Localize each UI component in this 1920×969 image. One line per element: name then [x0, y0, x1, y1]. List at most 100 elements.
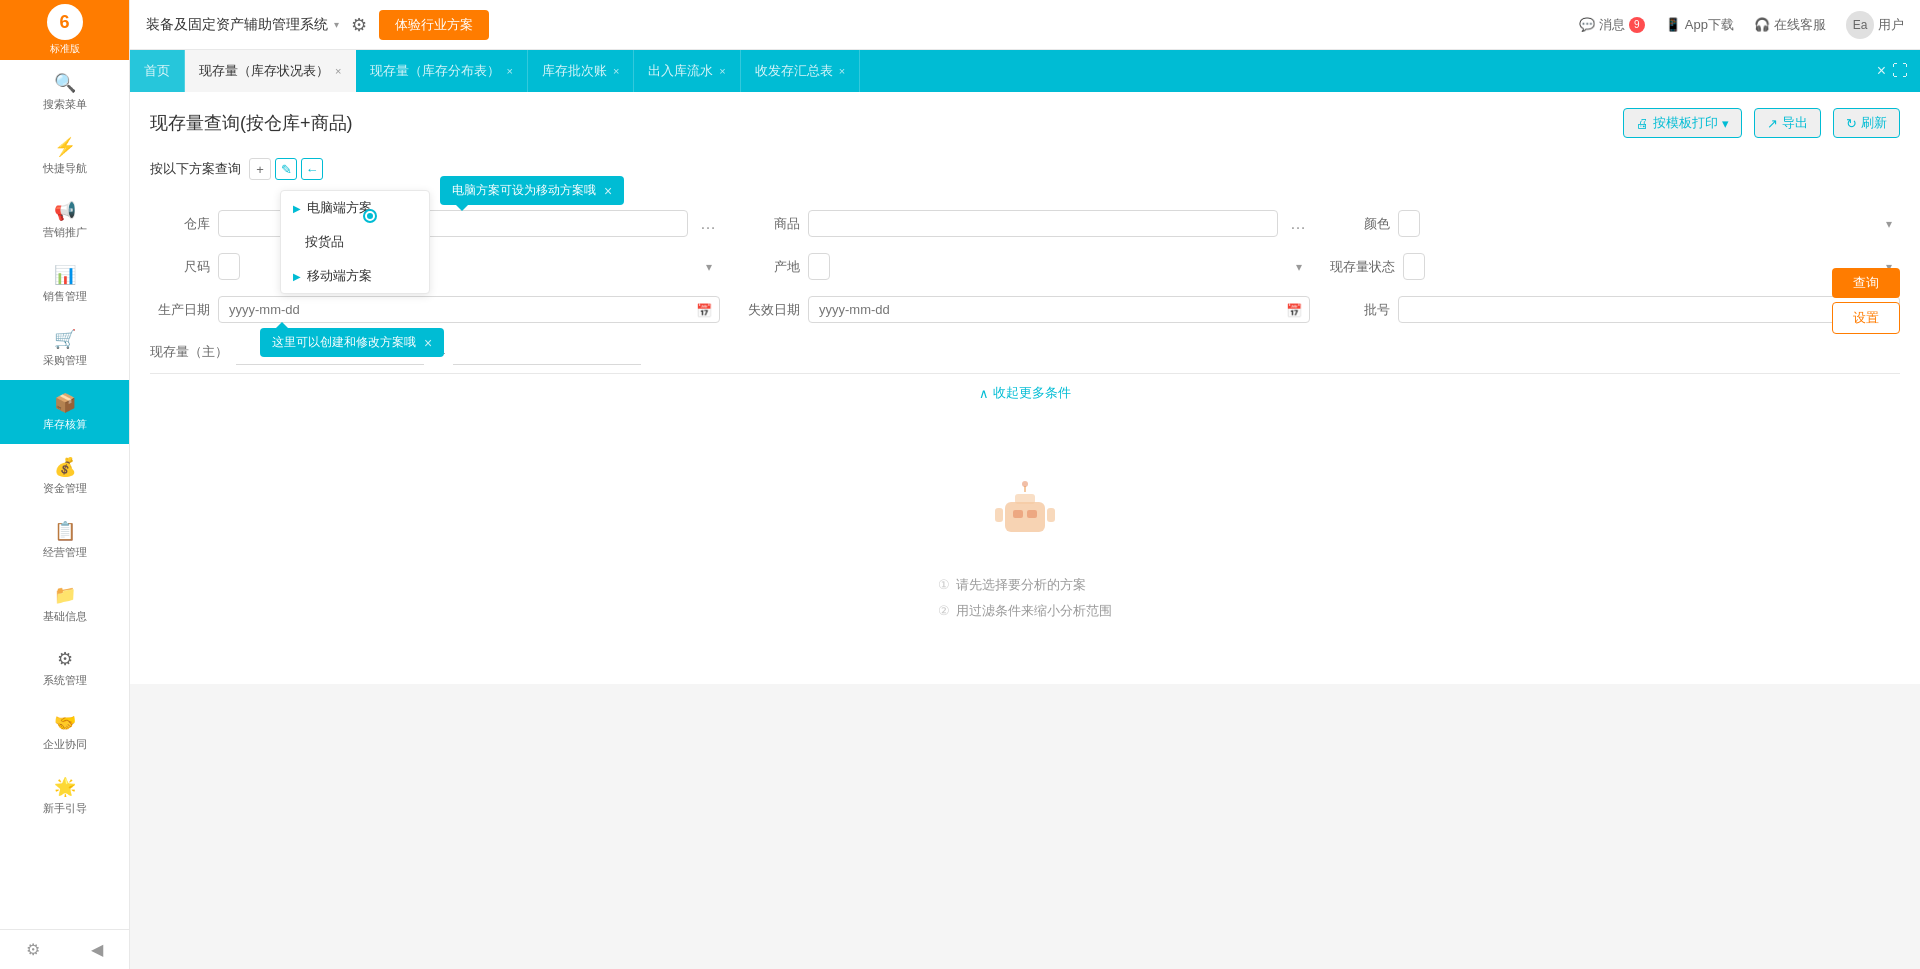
mfg-date-input[interactable] — [218, 296, 720, 323]
sidebar-label-sales: 销售管理 — [43, 289, 87, 304]
logo-text: 标准版 — [50, 42, 80, 56]
page-header: 现存量查询(按仓库+商品) 🖨 按模板打印 ▾ ↗ 导出 ↻ — [130, 92, 1920, 148]
scheme-item-pc-sub[interactable]: 按货品 — [281, 225, 429, 259]
base-icon: 📁 — [54, 584, 76, 606]
export-button[interactable]: ↗ 导出 — [1754, 108, 1821, 138]
sidebar-item-finance[interactable]: 💰 资金管理 — [0, 444, 129, 508]
marketing-icon: 📢 — [54, 200, 76, 222]
sidebar-settings-btn[interactable]: ⚙ — [26, 940, 40, 959]
batch-input[interactable] — [1398, 296, 1900, 323]
sidebar-collapse-btn[interactable]: ◀ — [91, 940, 103, 959]
tab-inout-close[interactable]: × — [719, 65, 725, 77]
main-content: 装备及固定资产辅助管理系统 ▾ ⚙ 体验行业方案 💬 消息 9 📱 App下载 … — [130, 0, 1920, 969]
sidebar-logo: 6 标准版 — [0, 0, 129, 60]
sidebar-item-base[interactable]: 📁 基础信息 — [0, 572, 129, 636]
color-select-wrap — [1398, 210, 1900, 237]
tab-home[interactable]: 首页 — [130, 50, 185, 92]
quick-icon: ⚡ — [54, 136, 76, 158]
goods-input[interactable] — [808, 210, 1278, 237]
tab-batch-close[interactable]: × — [613, 65, 619, 77]
chevron-right-icon-2: ▶ — [293, 271, 301, 282]
sidebar-item-collab[interactable]: 🤝 企业协同 — [0, 700, 129, 764]
tab-fullscreen-icon[interactable]: ⛶ — [1892, 62, 1908, 80]
set-button[interactable]: 设置 — [1832, 302, 1900, 334]
tab-batch[interactable]: 库存批次账 × — [528, 50, 634, 92]
online-service-button[interactable]: 🎧 在线客服 — [1754, 16, 1826, 34]
back-scheme-button[interactable]: ← — [301, 158, 323, 180]
tab-inventory-dist[interactable]: 现存量（库存分布表） × — [356, 50, 527, 92]
app-download-button[interactable]: 📱 App下载 — [1665, 16, 1734, 34]
tab-inout[interactable]: 出入库流水 × — [634, 50, 740, 92]
sidebar-label-search: 搜索菜单 — [43, 97, 87, 112]
origin-select[interactable] — [808, 253, 830, 280]
exp-date-calendar-icon[interactable]: 📅 — [1286, 302, 1302, 317]
settings-icon[interactable]: ⚙ — [351, 14, 367, 36]
svg-rect-4 — [1047, 508, 1055, 522]
stock-main-max-input[interactable] — [453, 339, 641, 365]
tab-collect[interactable]: 收发存汇总表 × — [741, 50, 860, 92]
service-icon: 🎧 — [1754, 17, 1770, 32]
industry-solution-button[interactable]: 体验行业方案 — [379, 10, 489, 40]
template-print-button[interactable]: 🖨 按模板打印 ▾ — [1623, 108, 1742, 138]
edit-tooltip: 这里可以创建和修改方案哦 × — [260, 328, 444, 357]
sidebar-item-sales[interactable]: 📊 销售管理 — [0, 252, 129, 316]
collapse-up-icon: ∧ — [979, 386, 989, 401]
collab-icon: 🤝 — [54, 712, 76, 734]
topbar: 装备及固定资产辅助管理系统 ▾ ⚙ 体验行业方案 💬 消息 9 📱 App下载 … — [130, 0, 1920, 50]
exp-date-input-wrap: 📅 — [808, 296, 1310, 323]
sidebar-item-operations[interactable]: 📋 经营管理 — [0, 508, 129, 572]
sidebar: 6 标准版 🔍 搜索菜单 ⚡ 快捷导航 📢 营销推广 📊 销售管理 — [0, 0, 130, 969]
add-icon: + — [256, 162, 264, 177]
exp-date-input[interactable] — [808, 296, 1310, 323]
message-button[interactable]: 💬 消息 9 — [1579, 16, 1645, 34]
svg-rect-1 — [1013, 510, 1023, 518]
search-button[interactable]: 查询 — [1832, 268, 1900, 298]
sidebar-label-guide: 新手引导 — [43, 801, 87, 816]
operations-icon: 📋 — [54, 520, 76, 542]
tab-inventory-status-label: 现存量（库存状况表） — [199, 62, 329, 80]
origin-label: 产地 — [740, 258, 800, 276]
refresh-button[interactable]: ↻ 刷新 — [1833, 108, 1900, 138]
sidebar-item-search[interactable]: 🔍 搜索菜单 — [0, 60, 129, 124]
chevron-down-icon: ▾ — [1722, 116, 1729, 131]
scheme-list: ▶ 电脑端方案 按货品 ▶ 移动端方案 — [280, 190, 430, 294]
search-buttons: 查询 设置 — [1832, 268, 1900, 334]
mfg-date-label: 生产日期 — [150, 301, 210, 319]
stock-status-select[interactable] — [1403, 253, 1425, 280]
svg-rect-3 — [995, 508, 1003, 522]
sidebar-label-system: 系统管理 — [43, 673, 87, 688]
exp-date-label: 失效日期 — [740, 301, 800, 319]
message-badge: 9 — [1629, 17, 1645, 33]
sidebar-label-marketing: 营销推广 — [43, 225, 87, 240]
scheme-item-pc[interactable]: ▶ 电脑端方案 — [281, 191, 429, 225]
empty-state: ① 请先选择要分析的方案 ② 用过滤条件来缩小分析范围 — [130, 412, 1920, 684]
tab-inventory-dist-close[interactable]: × — [506, 65, 512, 77]
tooltip-scheme-close[interactable]: × — [604, 183, 612, 199]
sidebar-label-collab: 企业协同 — [43, 737, 87, 752]
tab-inventory-status-close[interactable]: × — [335, 65, 341, 77]
tab-batch-label: 库存批次账 — [542, 62, 607, 80]
add-scheme-button[interactable]: + — [249, 158, 271, 180]
user-avatar[interactable]: Ea 用户 — [1846, 11, 1904, 39]
tab-end-buttons: × ⛶ — [1859, 62, 1920, 80]
scheme-item-mobile[interactable]: ▶ 移动端方案 — [281, 259, 429, 293]
topbar-left: 装备及固定资产辅助管理系统 ▾ ⚙ 体验行业方案 — [146, 10, 489, 40]
sidebar-item-system[interactable]: ⚙ 系统管理 — [0, 636, 129, 700]
size-select[interactable] — [218, 253, 240, 280]
edit-scheme-button[interactable]: ✎ — [275, 158, 297, 180]
mfg-date-calendar-icon[interactable]: 📅 — [696, 302, 712, 317]
color-select[interactable] — [1398, 210, 1420, 237]
goods-dots-icon[interactable]: … — [1286, 215, 1310, 233]
collapse-bar[interactable]: ∧ 收起更多条件 — [150, 373, 1900, 412]
tooltip-edit-close[interactable]: × — [424, 335, 432, 351]
sidebar-item-quick[interactable]: ⚡ 快捷导航 — [0, 124, 129, 188]
tab-collect-close[interactable]: × — [839, 65, 845, 77]
empty-hints: ① 请先选择要分析的方案 ② 用过滤条件来缩小分析范围 — [938, 572, 1112, 624]
sidebar-item-marketing[interactable]: 📢 营销推广 — [0, 188, 129, 252]
sidebar-item-guide[interactable]: 🌟 新手引导 — [0, 764, 129, 828]
tab-close-all-icon[interactable]: × — [1877, 62, 1886, 80]
sidebar-item-purchase[interactable]: 🛒 采购管理 — [0, 316, 129, 380]
tab-inventory-status[interactable]: 现存量（库存状况表） × — [185, 50, 356, 92]
sidebar-item-inventory[interactable]: 📦 库存核算 — [0, 380, 129, 444]
warehouse-dots-icon[interactable]: … — [696, 215, 720, 233]
